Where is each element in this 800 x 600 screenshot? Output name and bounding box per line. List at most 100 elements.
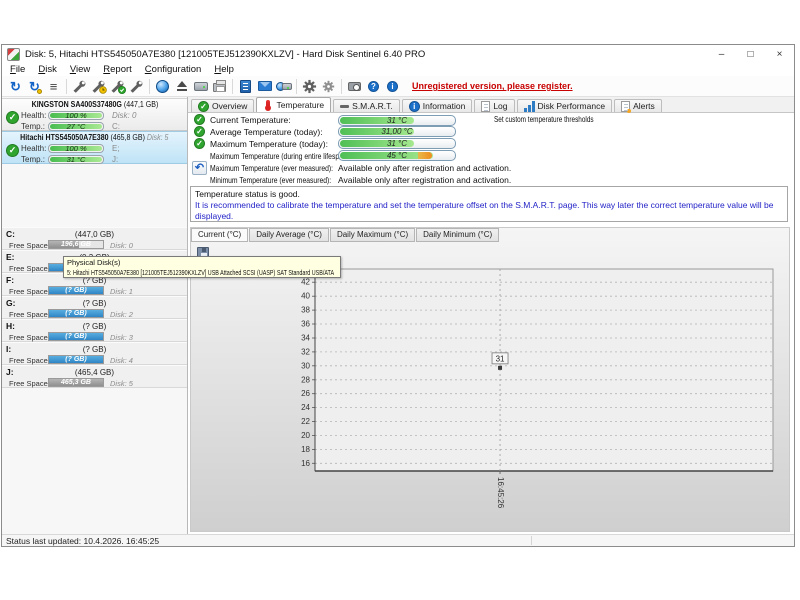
partition-item-h[interactable]: H: (? GB) Free Space (? GB) Disk: 3 — [2, 319, 187, 342]
partition-item-c[interactable]: C: (447,0 GB) Free Space 196,6 GB Disk: … — [2, 227, 187, 250]
window-title: Disk: 5, Hitachi HTS545050A7E380 [121005… — [25, 49, 425, 60]
free-space-bar: 465,3 GB — [48, 378, 104, 387]
status-last-updated-text: Status last updated: 10.4.2026. 16:45:25 — [6, 536, 159, 546]
chart-tab-daily-average-c[interactable]: Daily Average (°C) — [249, 228, 329, 242]
details-lines-icon[interactable]: ≡ — [44, 78, 63, 95]
partition-size: (465,4 GB) — [2, 368, 187, 377]
tab-overview[interactable]: ✓Overview — [191, 99, 254, 112]
tab-label: Overview — [212, 101, 247, 111]
tools-wrench-ok-icon[interactable] — [108, 78, 127, 95]
refresh-scheduled-icon[interactable]: ↻ — [25, 78, 44, 95]
disk-item-hitachi-hts545050a7e380[interactable]: Hitachi HTS545050A7E380 (465,8 GB) Disk:… — [2, 131, 187, 164]
partition-size: (447,0 GB) — [2, 230, 187, 239]
close-button[interactable]: × — [765, 45, 794, 63]
menu-view[interactable]: View — [70, 64, 90, 75]
toolbar-separator — [232, 79, 233, 94]
free-space-label: Free Space — [9, 310, 48, 319]
tab-alerts[interactable]: Alerts — [614, 99, 662, 112]
svg-text:36: 36 — [301, 320, 310, 329]
temperature-bar: 31,00 °C — [338, 126, 456, 137]
toolbar-separator — [66, 79, 67, 94]
app-window: Disk: 5, Hitachi HTS545050A7E380 [121005… — [1, 44, 795, 547]
temperature-recommendation-line: It is recommended to calibrate the tempe… — [195, 200, 783, 222]
chart-tab-current-c[interactable]: Current (°C) — [191, 228, 248, 242]
network-status-icon[interactable] — [274, 78, 293, 95]
thermometer-icon — [266, 100, 270, 110]
alerts-icon — [621, 101, 630, 112]
partition-disk-label: Disk: 3 — [110, 333, 133, 342]
tab-disk-performance[interactable]: Disk Performance — [517, 99, 613, 112]
menu-help[interactable]: Help — [214, 64, 234, 75]
chart-tab-daily-maximum-c[interactable]: Daily Maximum (°C) — [330, 228, 415, 242]
chart-tab-daily-minimum-c[interactable]: Daily Minimum (°C) — [416, 228, 499, 242]
menu-disk[interactable]: Disk — [38, 64, 57, 75]
tools-wrench-schedule-icon[interactable] — [89, 78, 108, 95]
tab-information[interactable]: iInformation — [402, 99, 473, 112]
unregistered-link[interactable]: Unregistered version, please register. — [412, 81, 573, 91]
free-space-label: Free Space — [9, 287, 48, 296]
screenshot-icon[interactable] — [345, 78, 364, 95]
toolbar-separator — [296, 79, 297, 94]
partition-size: (? GB) — [2, 299, 187, 308]
temperature-row: ✓Maximum Temperature (today):31 °C — [188, 138, 794, 150]
svg-text:32: 32 — [301, 347, 310, 356]
temperature-row-label: Current Temperature: — [210, 115, 291, 125]
refresh-icon[interactable]: ↻ — [6, 78, 25, 95]
tools-wrench-icon[interactable] — [70, 78, 89, 95]
temp-bar: 31 °C — [48, 155, 104, 164]
partition-item-i[interactable]: I: (? GB) Free Space (? GB) Disk: 4 — [2, 342, 187, 365]
temperature-row: Maximum Temperature (during entire lifes… — [188, 150, 794, 162]
help-icon[interactable]: ? — [364, 78, 383, 95]
print-icon[interactable] — [210, 78, 229, 95]
free-space-bar: (? GB) — [48, 355, 104, 364]
disk-title: KINGSTON SA400S37480G (447,1 GB) — [2, 100, 187, 109]
set-thresholds-link[interactable]: Set custom temperature thresholds — [494, 115, 619, 124]
status-bar-divider — [531, 536, 532, 545]
eject-disk-icon[interactable] — [172, 78, 191, 95]
temperature-row: ↶Maximum Temperature (ever measured):Ava… — [188, 162, 794, 174]
temperature-status-line: Temperature status is good. — [195, 189, 783, 200]
surface-test-icon[interactable] — [153, 78, 172, 95]
menu-report[interactable]: Report — [103, 64, 132, 75]
temp-label: Temp.: — [21, 155, 45, 164]
status-ok-icon: ✓ — [194, 126, 205, 137]
partition-disk-label: Disk: 2 — [110, 310, 133, 319]
tab-log[interactable]: Log — [474, 99, 514, 112]
temp-bar: 27 °C — [48, 122, 104, 131]
temperature-rows: ✓Current Temperature:31 °CSet custom tem… — [188, 114, 794, 186]
email-icon[interactable] — [255, 78, 274, 95]
menu-file[interactable]: File — [10, 64, 25, 75]
free-space-bar: (? GB) — [48, 309, 104, 318]
content-area: KINGSTON SA400S37480G (447,1 GB) ✓ Healt… — [2, 97, 794, 534]
preferences-icon[interactable] — [319, 78, 338, 95]
tools-wrench-plain-icon[interactable] — [127, 78, 146, 95]
status-ok-icon: ✓ — [194, 138, 205, 149]
tab-s-m-a-r-t[interactable]: S.M.A.R.T. — [333, 99, 400, 112]
tab-label: Alerts — [633, 101, 655, 111]
partition-item-g[interactable]: G: (? GB) Free Space (? GB) Disk: 2 — [2, 296, 187, 319]
menu-configuration[interactable]: Configuration — [145, 64, 202, 75]
disk-title: Hitachi HTS545050A7E380 (465,8 GB) Disk:… — [2, 133, 187, 142]
disk-item-kingston-sa400s37480g[interactable]: KINGSTON SA400S37480G (447,1 GB) ✓ Healt… — [2, 98, 187, 131]
about-info-icon[interactable]: i — [383, 78, 402, 95]
free-space-bar: (? GB) — [48, 286, 104, 295]
svg-text:34: 34 — [301, 334, 310, 343]
partition-list: C: (447,0 GB) Free Space 196,6 GB Disk: … — [2, 227, 187, 388]
status-ok-icon: ✓ — [194, 114, 205, 125]
minimize-button[interactable]: – — [707, 45, 736, 63]
partition-size: (? GB) — [2, 322, 187, 331]
settings-icon[interactable] — [300, 78, 319, 95]
partition-disk-label: Disk: 5 — [110, 379, 133, 388]
report-icon[interactable] — [236, 78, 255, 95]
maximize-button[interactable]: □ — [736, 45, 765, 63]
removable-disk-icon[interactable] — [191, 78, 210, 95]
availability-text: Available only after registration and ac… — [338, 163, 511, 173]
svg-text:16:45:26: 16:45:26 — [496, 477, 505, 509]
partition-item-j[interactable]: J: (465,4 GB) Free Space 465,3 GB Disk: … — [2, 365, 187, 388]
tab-temperature[interactable]: Temperature — [256, 97, 331, 112]
titlebar[interactable]: Disk: 5, Hitachi HTS545050A7E380 [121005… — [2, 45, 794, 63]
temperature-row: ✓Average Temperature (today):31,00 °C — [188, 126, 794, 138]
partition-disk-label: Disk: 1 — [110, 287, 133, 296]
tooltip-title: Physical Disk(s) — [67, 258, 337, 268]
temperature-row-label: Maximum Temperature (today): — [210, 139, 328, 149]
